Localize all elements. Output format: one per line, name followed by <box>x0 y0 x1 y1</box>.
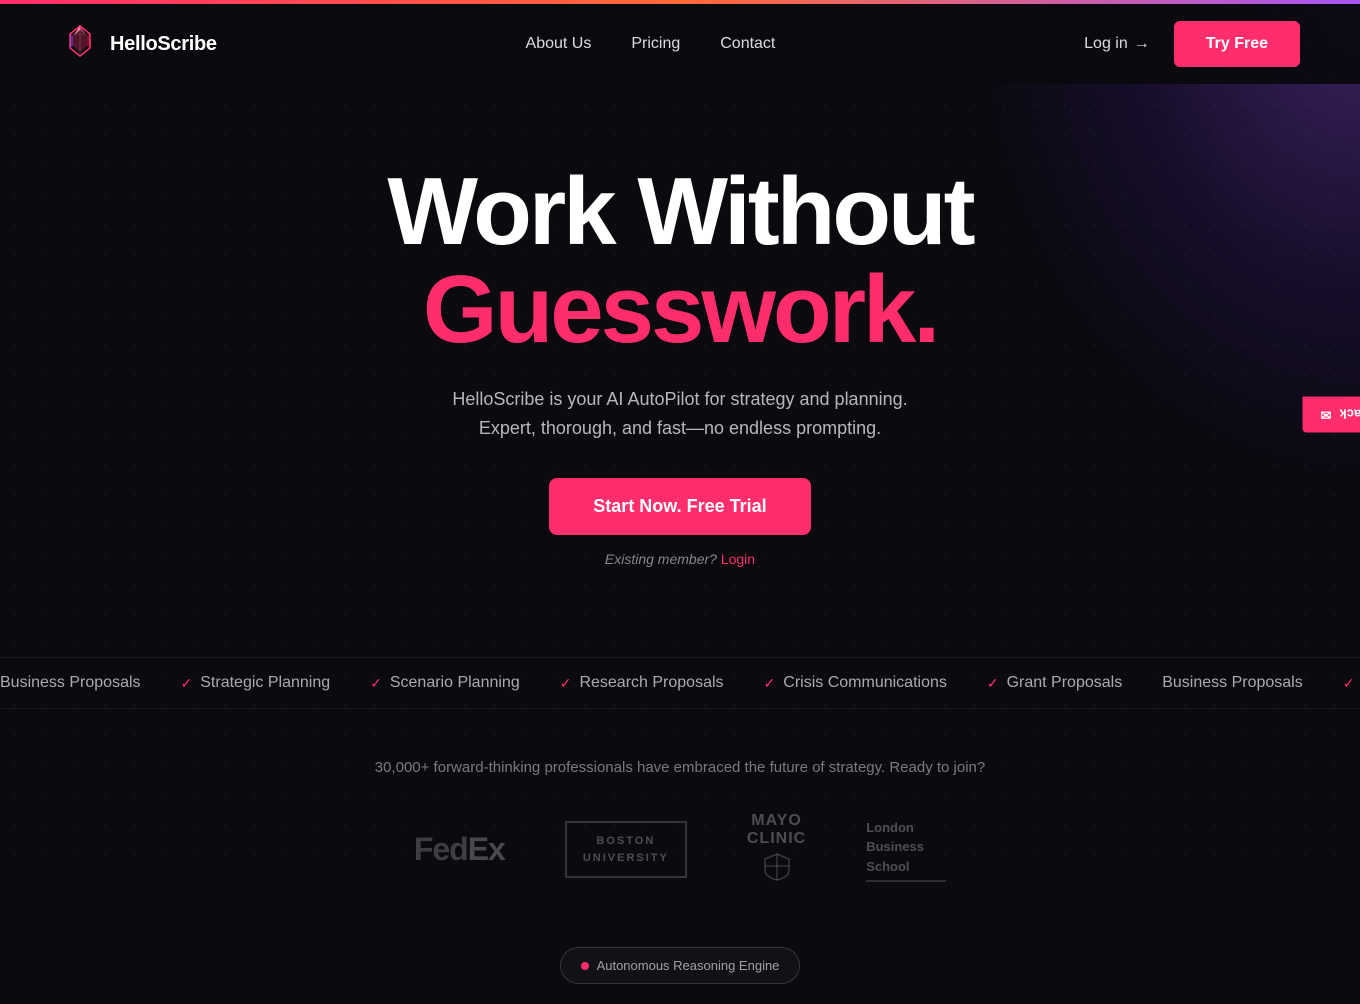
feedback-label: Feedback <box>1339 407 1360 422</box>
tag-item: ✓ Grant Proposals <box>987 674 1122 692</box>
tag-label: Business Proposals <box>1162 674 1303 692</box>
tag-item: Business Proposals <box>1162 674 1303 692</box>
tag-check-icon: ✓ <box>370 675 382 692</box>
autonomous-badge-label: Autonomous Reasoning Engine <box>597 958 780 973</box>
tag-item: Business Proposals <box>0 674 141 692</box>
nav-actions: Log in → Try Free <box>1084 21 1300 67</box>
logo-text: HelloScribe <box>110 33 217 56</box>
logo-icon <box>60 24 100 64</box>
tag-label: Research Proposals <box>579 674 723 692</box>
london-business-school-logo: LondonBusinessSchool <box>866 818 946 883</box>
fedex-logo: FedEx <box>414 831 505 868</box>
tag-check-icon: ✓ <box>181 675 193 692</box>
mayo-logo-text: MAYOCLINIC <box>747 812 806 848</box>
boston-university-logo: BOSTONUNIVERSITY <box>565 821 687 878</box>
hero-title-line1: Work Without <box>387 158 972 265</box>
tag-item: ✓ Research Proposals <box>560 674 724 692</box>
try-free-button[interactable]: Try Free <box>1174 21 1300 67</box>
hero-section: Work Without Guesswork. HelloScribe is y… <box>0 84 1360 607</box>
nav-pricing[interactable]: Pricing <box>631 35 680 53</box>
login-arrow: → <box>1134 35 1150 53</box>
logos-row: FedEx BOSTONUNIVERSITY MAYOCLINIC L <box>60 812 1300 887</box>
mayo-clinic-logo: MAYOCLINIC <box>747 812 806 887</box>
autonomous-badge: Autonomous Reasoning Engine <box>560 947 801 984</box>
cta-button[interactable]: Start Now. Free Trial <box>549 478 810 535</box>
hero-title-line2: Guesswork. <box>60 260 1300 361</box>
tags-track: Business Proposals ✓ Strategic Planning ✓ Sc… <box>0 674 1360 692</box>
feedback-tab[interactable]: Feedback ✉ <box>1303 396 1360 432</box>
tag-label: Scenario Planning <box>390 674 520 692</box>
existing-member-text: Existing member? Login <box>60 551 1300 567</box>
tag-label: Grant Proposals <box>1007 674 1123 692</box>
badge-dot <box>581 962 589 970</box>
tag-label: Strategic Planning <box>200 674 330 692</box>
social-proof-section: 30,000+ forward-thinking professionals h… <box>0 759 1360 887</box>
tag-check-icon: ✓ <box>987 675 999 692</box>
tag-item: ✓Strategic Planning <box>1343 674 1360 692</box>
tag-item: ✓ Scenario Planning <box>370 674 520 692</box>
tags-section: Business Proposals ✓ Strategic Planning ✓ Sc… <box>0 657 1360 709</box>
lbs-logo-text: LondonBusinessSchool <box>866 818 946 883</box>
hero-title: Work Without Guesswork. <box>60 164 1300 361</box>
tag-label: Business Proposals <box>0 674 141 692</box>
nav-links: About Us Pricing Contact <box>526 35 776 53</box>
main-nav: HelloScribe About Us Pricing Contact Log… <box>0 4 1360 84</box>
existing-member-login-link[interactable]: Login <box>721 551 755 567</box>
hero-subtitle: HelloScribe is your AI AutoPilot for str… <box>60 385 1300 443</box>
logo-link[interactable]: HelloScribe <box>60 24 217 64</box>
nav-contact[interactable]: Contact <box>720 35 775 53</box>
tag-item: ✓ Strategic Planning <box>181 674 331 692</box>
tag-check-icon: ✓ <box>1343 675 1355 692</box>
mayo-shield-icon <box>763 852 791 882</box>
login-link[interactable]: Log in → <box>1084 35 1150 53</box>
bottom-hint: Autonomous Reasoning Engine <box>0 947 1360 1004</box>
tag-check-icon: ✓ <box>764 675 776 692</box>
boston-logo-text: BOSTONUNIVERSITY <box>583 833 669 866</box>
nav-about-us[interactable]: About Us <box>526 35 592 53</box>
social-proof-text: 30,000+ forward-thinking professionals h… <box>60 759 1300 776</box>
tag-label: Crisis Communications <box>783 674 947 692</box>
hero-subtitle-line1: HelloScribe is your AI AutoPilot for str… <box>60 385 1300 414</box>
tag-check-icon: ✓ <box>560 675 572 692</box>
tag-item: ✓ Crisis Communications <box>764 674 947 692</box>
hero-subtitle-line2: Expert, thorough, and fast—no endless pr… <box>60 414 1300 443</box>
feedback-mail-icon: ✉ <box>1321 406 1332 422</box>
login-label: Log in <box>1084 35 1128 53</box>
